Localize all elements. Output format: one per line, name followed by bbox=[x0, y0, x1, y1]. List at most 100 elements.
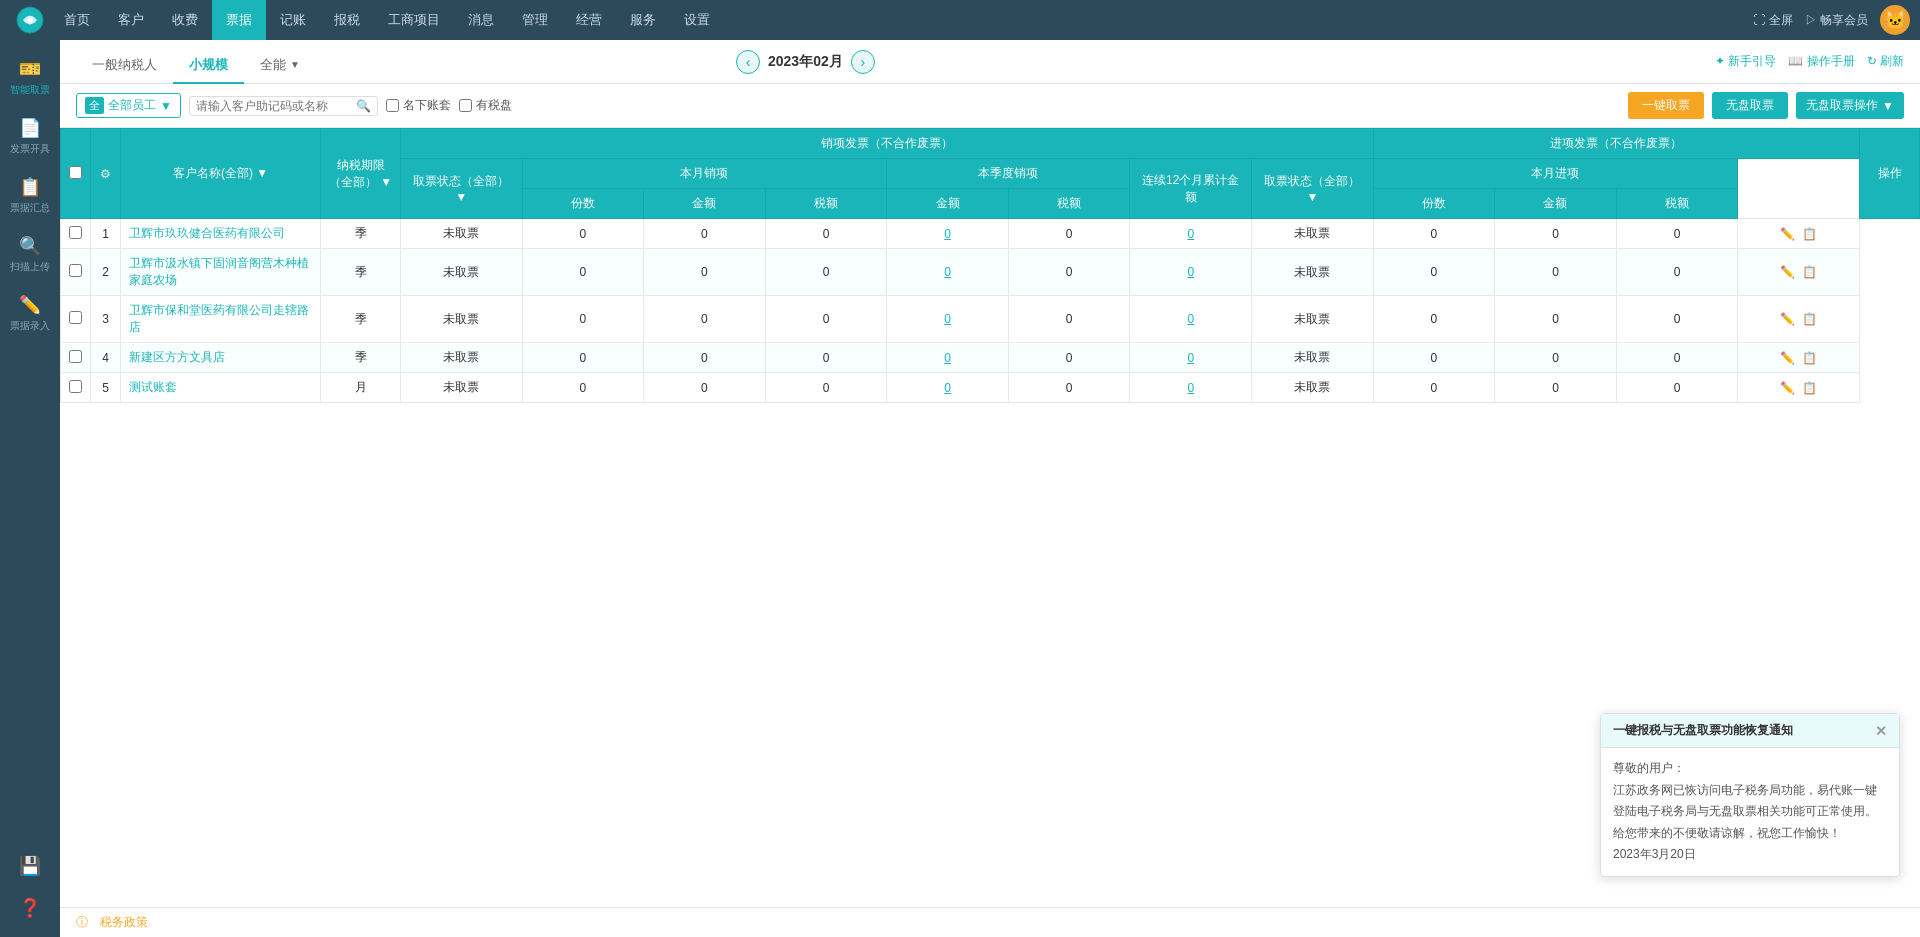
nav-manage[interactable]: 管理 bbox=[508, 0, 562, 40]
row-sale-quarter-amount-cell[interactable]: 0 bbox=[887, 249, 1009, 296]
row-sale-12month-cell[interactable]: 0 bbox=[1130, 219, 1252, 249]
manual-link[interactable]: 📖 操作手册 bbox=[1788, 53, 1854, 70]
nav-billing[interactable]: 收费 bbox=[158, 0, 212, 40]
row-client-cell[interactable]: 新建区方方文具店 bbox=[121, 343, 321, 373]
row-sale-12month-cell[interactable]: 0 bbox=[1130, 373, 1252, 403]
issue-invoice-icon: 📄 bbox=[19, 117, 41, 139]
row-sale-status-cell: 未取票 bbox=[401, 296, 523, 343]
row-checkbox[interactable] bbox=[69, 380, 82, 393]
row-checkbox-cell[interactable] bbox=[61, 343, 91, 373]
notification-close-button[interactable]: ✕ bbox=[1875, 723, 1887, 739]
user-avatar[interactable]: 🐱 bbox=[1880, 5, 1910, 35]
invoice-table: ⚙ 客户名称(全部) ▼ 纳税期限（全部） ▼ 销项发票（不合作废票） 进项发票… bbox=[60, 128, 1920, 403]
sidebar-item-scan-upload[interactable]: 🔍 扫描上传 bbox=[2, 227, 58, 282]
row-action-cell: ✏️ 📋 bbox=[1738, 343, 1860, 373]
row-sale-quarter-amount-cell[interactable]: 0 bbox=[887, 373, 1009, 403]
action-header: 操作 bbox=[1860, 129, 1920, 219]
row-client-cell[interactable]: 卫辉市汲水镇下固润音阁营木种植家庭农场 bbox=[121, 249, 321, 296]
row-purchase-month-tax-cell: 0 bbox=[1616, 249, 1738, 296]
nav-client[interactable]: 客户 bbox=[104, 0, 158, 40]
row-checkbox-cell[interactable] bbox=[61, 219, 91, 249]
sidebar-item-issue-invoice[interactable]: 📄 发票开具 bbox=[2, 109, 58, 164]
row-view-icon[interactable]: 📋 bbox=[1802, 381, 1817, 395]
my-accounts-checkbox[interactable] bbox=[386, 99, 399, 112]
row-client-cell[interactable]: 卫辉市玖玖健合医药有限公司 bbox=[121, 219, 321, 249]
new-guide-link[interactable]: ✦ 新手引导 bbox=[1715, 53, 1776, 70]
row-sale-month-tax-cell: 0 bbox=[765, 296, 887, 343]
row-sale-quarter-amount-cell[interactable]: 0 bbox=[887, 296, 1009, 343]
nav-business[interactable]: 工商项目 bbox=[374, 0, 454, 40]
row-view-icon[interactable]: 📋 bbox=[1802, 227, 1817, 241]
checkbox-my-accounts[interactable]: 名下账套 bbox=[386, 97, 451, 114]
tab-small-scale[interactable]: 小规模 bbox=[173, 48, 244, 84]
member-btn[interactable]: ▷ 畅享会员 bbox=[1805, 12, 1868, 29]
row-checkbox-cell[interactable] bbox=[61, 249, 91, 296]
row-edit-icon[interactable]: ✏️ bbox=[1780, 312, 1795, 326]
nav-service[interactable]: 服务 bbox=[616, 0, 670, 40]
row-client-cell[interactable]: 卫辉市保和堂医药有限公司走辖路店 bbox=[121, 296, 321, 343]
top-navigation: 首页 客户 收费 票据 记账 报税 工商项目 消息 管理 经营 服务 设置 ⛶ … bbox=[0, 0, 1920, 40]
search-icon[interactable]: 🔍 bbox=[356, 99, 371, 113]
nav-home[interactable]: 首页 bbox=[50, 0, 104, 40]
row-edit-icon[interactable]: ✏️ bbox=[1780, 381, 1795, 395]
nav-settings[interactable]: 设置 bbox=[670, 0, 724, 40]
nav-invoice[interactable]: 票据 bbox=[212, 0, 266, 40]
row-no-cell: 4 bbox=[91, 343, 121, 373]
one-click-invoice-button[interactable]: 一键取票 bbox=[1628, 92, 1704, 119]
no-disk-invoice-button[interactable]: 无盘取票 bbox=[1712, 92, 1788, 119]
row-checkbox[interactable] bbox=[69, 226, 82, 239]
sidebar-item-download[interactable]: 💾 bbox=[2, 847, 58, 885]
tab-all[interactable]: 全能 ▼ bbox=[244, 48, 316, 84]
row-purchase-month-count-cell: 0 bbox=[1373, 249, 1495, 296]
sidebar-bottom: 💾 ❓ bbox=[2, 847, 58, 937]
row-view-icon[interactable]: 📋 bbox=[1802, 265, 1817, 279]
nav-message[interactable]: 消息 bbox=[454, 0, 508, 40]
nav-accounting[interactable]: 记账 bbox=[266, 0, 320, 40]
row-view-icon[interactable]: 📋 bbox=[1802, 312, 1817, 326]
sidebar-item-help[interactable]: ❓ bbox=[2, 889, 58, 927]
sale-quarter-header: 本季度销项 bbox=[887, 159, 1130, 189]
employee-select-arrow: ▼ bbox=[160, 99, 172, 113]
row-checkbox[interactable] bbox=[69, 350, 82, 363]
row-purchase-status-cell: 未取票 bbox=[1252, 373, 1374, 403]
row-sale-quarter-amount-cell[interactable]: 0 bbox=[887, 219, 1009, 249]
row-edit-icon[interactable]: ✏️ bbox=[1780, 227, 1795, 241]
has-taxdisk-checkbox[interactable] bbox=[459, 99, 472, 112]
nav-tax[interactable]: 报税 bbox=[320, 0, 374, 40]
nav-operation[interactable]: 经营 bbox=[562, 0, 616, 40]
period-prev-button[interactable]: ‹ bbox=[736, 50, 760, 74]
scan-upload-icon: 🔍 bbox=[19, 235, 41, 257]
app-logo bbox=[10, 0, 50, 40]
smart-invoice-icon: 🎫 bbox=[19, 58, 41, 80]
row-sale-12month-cell[interactable]: 0 bbox=[1130, 249, 1252, 296]
employee-select[interactable]: 全 全部员工 ▼ bbox=[76, 93, 181, 118]
row-sale-month-amount-cell: 0 bbox=[644, 219, 766, 249]
row-sale-status-cell: 未取票 bbox=[401, 373, 523, 403]
tax-policy-link[interactable]: 税务政策 bbox=[100, 914, 148, 931]
checkbox-has-taxdisk[interactable]: 有税盘 bbox=[459, 97, 512, 114]
row-checkbox[interactable] bbox=[69, 264, 82, 277]
sidebar-item-invoice-summary[interactable]: 📋 票据汇总 bbox=[2, 168, 58, 223]
row-action-cell: ✏️ 📋 bbox=[1738, 296, 1860, 343]
row-edit-icon[interactable]: ✏️ bbox=[1780, 265, 1795, 279]
row-client-cell[interactable]: 测试账套 bbox=[121, 373, 321, 403]
row-checkbox-cell[interactable] bbox=[61, 373, 91, 403]
row-checkbox[interactable] bbox=[69, 311, 82, 324]
select-all-checkbox[interactable] bbox=[69, 166, 82, 179]
sidebar-item-invoice-entry[interactable]: ✏️ 票据录入 bbox=[2, 286, 58, 341]
no-disk-ops-button[interactable]: 无盘取票操作 ▼ bbox=[1796, 92, 1904, 119]
row-sale-month-tax-cell: 0 bbox=[765, 343, 887, 373]
refresh-link[interactable]: ↻ 刷新 bbox=[1867, 53, 1904, 70]
period-next-button[interactable]: › bbox=[851, 50, 875, 74]
sidebar-item-smart-invoice[interactable]: 🎫 智能取票 bbox=[2, 50, 58, 105]
fullscreen-btn[interactable]: ⛶ 全屏 bbox=[1753, 12, 1792, 29]
search-input[interactable] bbox=[196, 99, 356, 113]
row-view-icon[interactable]: 📋 bbox=[1802, 351, 1817, 365]
row-edit-icon[interactable]: ✏️ bbox=[1780, 351, 1795, 365]
row-checkbox-cell[interactable] bbox=[61, 296, 91, 343]
tab-general-taxpayer[interactable]: 一般纳税人 bbox=[76, 48, 173, 84]
sale-quarter-amount-header: 金额 bbox=[887, 189, 1009, 219]
row-sale-12month-cell[interactable]: 0 bbox=[1130, 343, 1252, 373]
row-sale-12month-cell[interactable]: 0 bbox=[1130, 296, 1252, 343]
row-sale-quarter-amount-cell[interactable]: 0 bbox=[887, 343, 1009, 373]
